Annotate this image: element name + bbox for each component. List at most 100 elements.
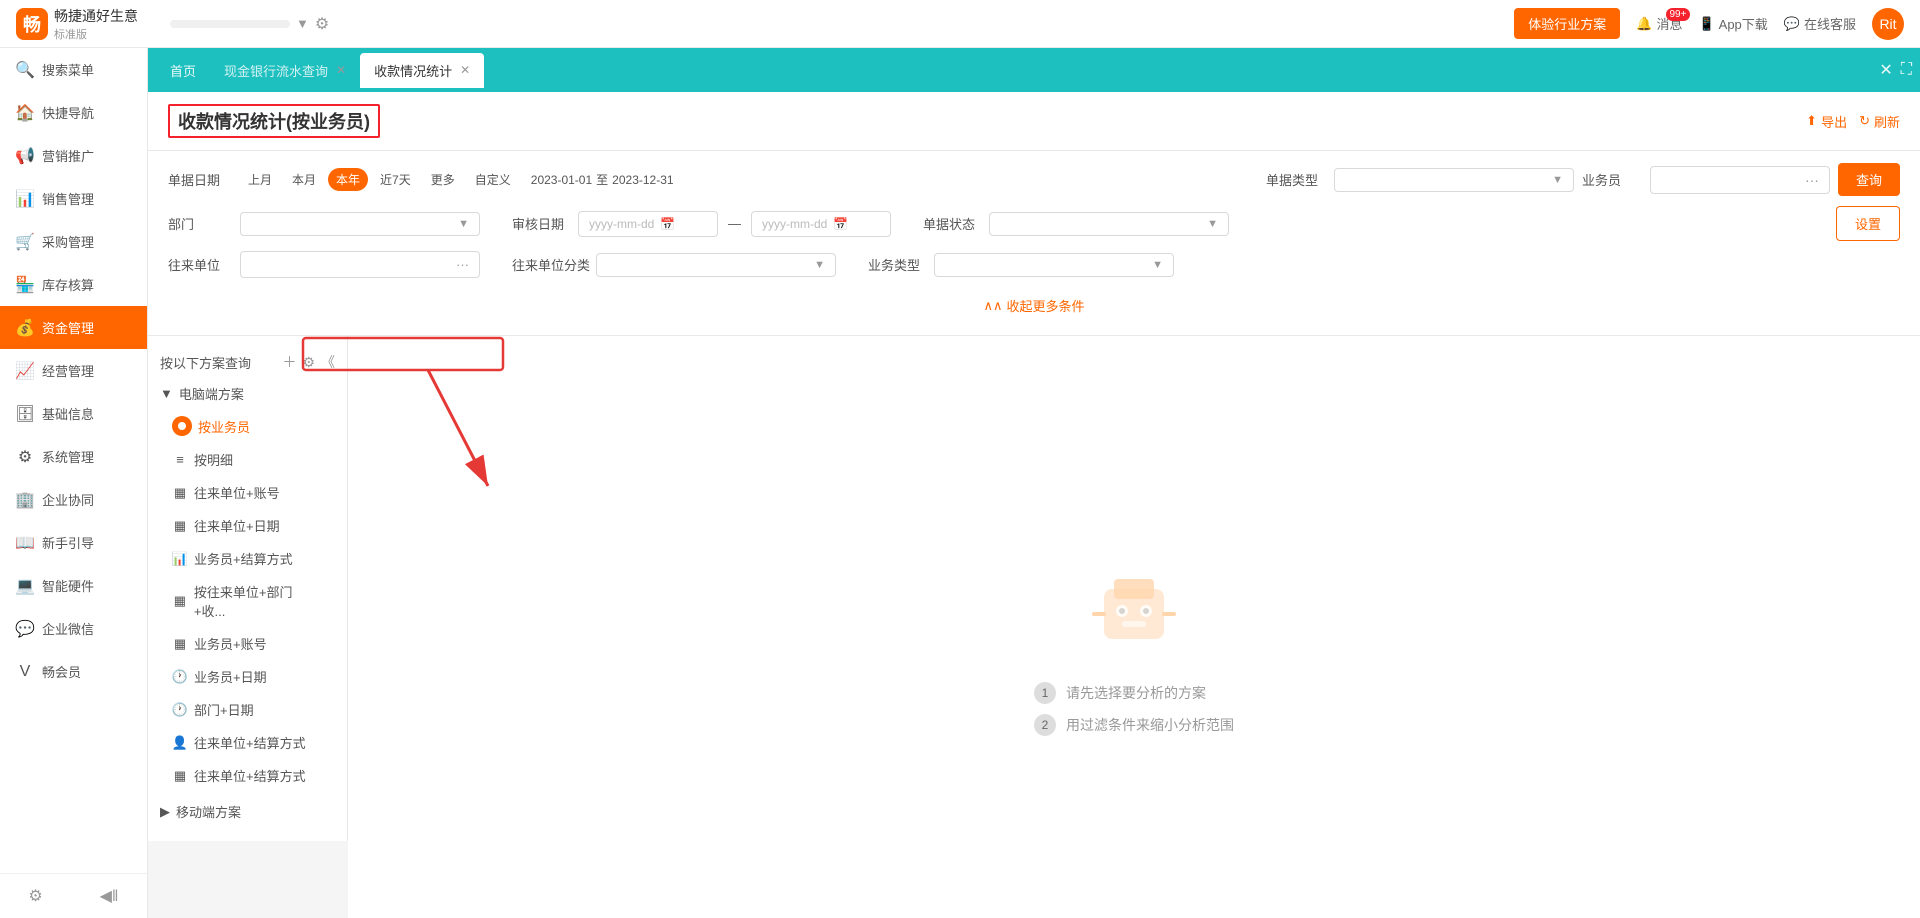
date-tab-this-year[interactable]: 本年	[328, 168, 368, 191]
sidebar-item-finance[interactable]: 💰 资金管理	[0, 306, 147, 349]
sidebar-item-system[interactable]: ⚙ 系统管理	[0, 435, 147, 478]
audit-date-from[interactable]: yyyy-mm-dd 📅	[578, 211, 718, 237]
settings-button[interactable]: 设置	[1836, 206, 1900, 241]
sidebar-item-purchase[interactable]: 🛒 采购管理	[0, 220, 147, 263]
date-tab-more[interactable]: 更多	[423, 168, 463, 191]
settings-icon[interactable]: ⚙	[315, 14, 329, 34]
manage-scheme-icon[interactable]: ⚙	[302, 354, 315, 371]
purchase-icon: 🛒	[16, 233, 34, 251]
date-tab-7days[interactable]: 近7天	[372, 168, 419, 191]
scheme-item-unit-date[interactable]: ▦ 往来单位+日期	[148, 509, 347, 542]
quicknav-icon: 🏠	[16, 104, 34, 122]
scheme-item-unit-settlement1[interactable]: 👤 往来单位+结算方式	[148, 726, 347, 759]
salesperson-select[interactable]: ···	[1650, 166, 1830, 194]
sidebar-item-operations[interactable]: 📈 经营管理	[0, 349, 147, 392]
notification-button[interactable]: 🔔 消息 99+	[1636, 14, 1682, 33]
date-to: 2023-12-31	[612, 173, 673, 187]
scheme-item-sales-settlement[interactable]: 📊 业务员+结算方式	[148, 542, 347, 575]
app-download-label: App下载	[1719, 14, 1768, 33]
search-icon: 🔍	[16, 61, 34, 79]
query-button[interactable]: 查询	[1838, 163, 1900, 196]
page-header: 收款情况统计(按业务员) ⬆ 导出 ↻ 刷新	[148, 92, 1920, 151]
date-tab-custom[interactable]: 自定义	[467, 168, 519, 191]
collapse-bar[interactable]: ∧∧ 收起更多条件	[168, 288, 1900, 323]
sidebar-item-wechat[interactable]: 💬 企业微信	[0, 607, 147, 650]
tab-cashflow[interactable]: 现金银行流水查询 ✕	[210, 53, 360, 88]
doc-status-select[interactable]: ▼	[989, 212, 1229, 236]
doc-status-chevron: ▼	[1207, 218, 1218, 230]
tab-close-all[interactable]: ✕	[1879, 60, 1892, 80]
scheme-item-sales-date[interactable]: 🕐 业务员+日期	[148, 660, 347, 693]
desktop-group-header[interactable]: ▼ 电脑端方案	[148, 378, 347, 409]
scheme-item-sales-account[interactable]: ▦ 业务员+账号	[148, 627, 347, 660]
date-tab-last-month[interactable]: 上月	[240, 168, 280, 191]
settings-bottom-icon[interactable]: ⚙	[28, 886, 42, 906]
counterparty-cat-label: 往来单位分类	[512, 255, 590, 274]
sidebar-item-enterprise[interactable]: 🏢 企业协同	[0, 478, 147, 521]
sidebar-item-guide[interactable]: 📖 新手引导	[0, 521, 147, 564]
hardware-icon: 💻	[16, 577, 34, 595]
scheme-item-salesperson[interactable]: 按业务员	[148, 409, 347, 443]
search-bar[interactable]	[170, 20, 290, 28]
online-service-label: 在线客服	[1804, 14, 1856, 33]
tab-maximize[interactable]: ⛶	[1901, 61, 1912, 79]
dept-chevron: ▼	[458, 218, 469, 230]
scheme-item-dept-date[interactable]: 🕐 部门+日期	[148, 693, 347, 726]
sidebar-item-basic[interactable]: 🗄 基础信息	[0, 392, 147, 435]
scheme-item-unit-account[interactable]: ▦ 往来单位+账号	[148, 476, 347, 509]
unit-dept-icon: ▦	[172, 593, 188, 609]
tab-home[interactable]: 首页	[156, 53, 210, 88]
doc-type-select[interactable]: ▼	[1334, 168, 1574, 192]
sidebar-bottom: ⚙ ◀‖	[0, 873, 147, 918]
unit-settlement1-icon: 👤	[172, 735, 188, 751]
sidebar-item-sales[interactable]: 📊 销售管理	[0, 177, 147, 220]
guide-icon: 📖	[16, 534, 34, 552]
sales-settlement-icon: 📊	[172, 551, 188, 567]
sidebar-item-inventory[interactable]: 🏪 库存核算	[0, 263, 147, 306]
trial-button[interactable]: 体验行业方案	[1514, 8, 1620, 39]
counterparty-more[interactable]: ···	[456, 257, 469, 272]
scheme-item-unit-dept[interactable]: ▦ 按往来单位+部门+收...	[148, 575, 347, 627]
refresh-icon: ↻	[1859, 113, 1870, 129]
date-tabs: 上月 本月 本年 近7天 更多 自定义	[240, 168, 519, 191]
content-area: 首页 现金银行流水查询 ✕ 收款情况统计 ✕ ✕ ⛶ 收款情况统计(按业务员) …	[148, 48, 1920, 918]
tab-receipt[interactable]: 收款情况统计 ✕	[360, 53, 484, 88]
date-tab-this-month[interactable]: 本月	[284, 168, 324, 191]
counterparty-cat-select[interactable]: ▼	[596, 253, 836, 277]
collapse-icon[interactable]: ◀‖	[100, 886, 119, 906]
dropdown-icon[interactable]: ▼	[296, 16, 309, 31]
collapse-label: 收起更多条件	[1007, 296, 1085, 315]
header-right: 体验行业方案 🔔 消息 99+ 📱 App下载 💬 在线客服 Rit	[1514, 8, 1904, 40]
date-range: 2023-01-01 至 2023-12-31	[531, 171, 674, 188]
user-name: Rit	[1879, 16, 1896, 32]
refresh-button[interactable]: ↻ 刷新	[1859, 112, 1900, 131]
biz-type-select[interactable]: ▼	[934, 253, 1174, 277]
sidebar-item-member[interactable]: V 畅会员	[0, 650, 147, 693]
sidebar-item-hardware[interactable]: 💻 智能硬件	[0, 564, 147, 607]
top-header: 畅 畅捷通好生意 标准版 ▼ ⚙ 体验行业方案 🔔 消息 99+ 📱 App下载…	[0, 0, 1920, 48]
audit-date-to[interactable]: yyyy-mm-dd 📅	[751, 211, 891, 237]
sales-icon: 📊	[16, 190, 34, 208]
mobile-group-header[interactable]: ▶ 移动端方案	[148, 796, 347, 827]
scheme-item-unit-settlement2[interactable]: ▦ 往来单位+结算方式	[148, 759, 347, 792]
collapse-scheme-icon[interactable]: 《	[321, 352, 335, 372]
step-num-1: 1	[1034, 682, 1056, 704]
tab-receipt-close[interactable]: ✕	[460, 63, 470, 77]
export-button[interactable]: ⬆ 导出	[1806, 112, 1847, 131]
avatar[interactable]: Rit	[1872, 8, 1904, 40]
sidebar-item-marketing[interactable]: 📢 营销推广	[0, 134, 147, 177]
sidebar-item-quicknav[interactable]: 🏠 快捷导航	[0, 91, 147, 134]
app-download-button[interactable]: 📱 App下载	[1698, 14, 1767, 33]
tab-bar: 首页 现金银行流水查询 ✕ 收款情况统计 ✕ ✕ ⛶	[148, 48, 1920, 92]
online-service-button[interactable]: 💬 在线客服	[1784, 14, 1856, 33]
tab-cashflow-close[interactable]: ✕	[336, 63, 346, 77]
scheme-item-detail[interactable]: ≡ 按明细	[148, 443, 347, 476]
salesperson-more[interactable]: ···	[1805, 172, 1819, 188]
page-title: 收款情况统计(按业务员)	[168, 104, 380, 138]
sidebar-item-search[interactable]: 🔍 搜索菜单	[0, 48, 147, 91]
counterparty-select[interactable]: ···	[240, 251, 480, 278]
body-layout: 按以下方案查询 ＋ ⚙ 《 ▼ 电脑端方案	[148, 336, 1920, 918]
dept-select[interactable]: ▼	[240, 212, 480, 236]
add-scheme-icon[interactable]: ＋	[282, 352, 296, 372]
doc-status-label: 单据状态	[923, 214, 983, 233]
